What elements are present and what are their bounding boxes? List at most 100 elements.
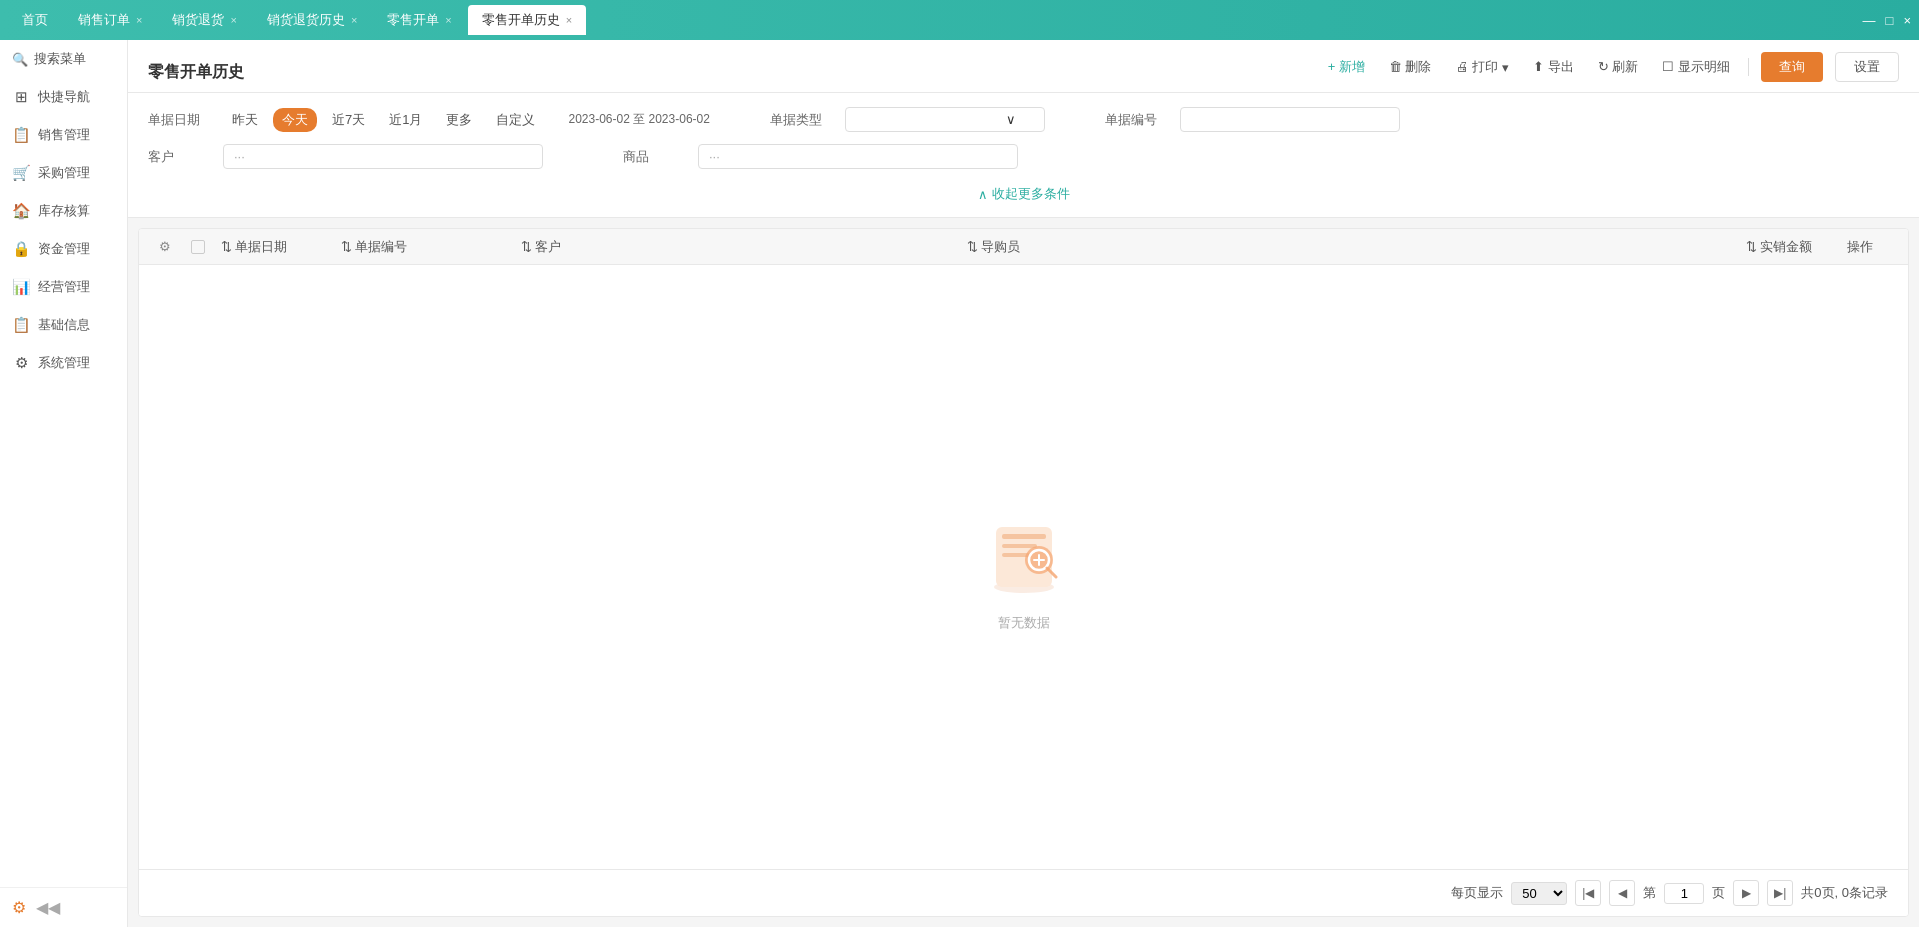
window-controls: — □ × [1863, 13, 1911, 28]
collapse-button[interactable]: ∧ 收起更多条件 [148, 181, 1899, 203]
goods-input[interactable]: ··· [698, 144, 1018, 169]
query-button[interactable]: 查询 [1761, 52, 1823, 82]
select-all-checkbox[interactable] [191, 240, 205, 254]
collapse-arrow-icon: ∧ [978, 187, 988, 202]
next-page-btn[interactable]: ▶ [1733, 880, 1759, 906]
print-label: 🖨 打印 [1456, 58, 1499, 76]
close-btn-window[interactable]: × [1903, 13, 1911, 28]
close-retail-open-tab[interactable]: × [445, 14, 451, 26]
sort-num-icon[interactable]: ⇅ [341, 239, 352, 254]
sidebar-item-system-label: 系统管理 [38, 354, 90, 372]
sort-guide-icon[interactable]: ⇅ [967, 239, 978, 254]
maximize-btn[interactable]: □ [1886, 13, 1894, 28]
filter-row-2: 客户 ··· 商品 ··· [148, 144, 1899, 169]
table-header: ⚙ ⇅ 单据日期 ⇅ 单据编号 ⇅ 客户 ⇅ 导购员 [139, 229, 1908, 265]
th-customer-label: 客户 [535, 238, 561, 256]
tab-sales-return-history[interactable]: 销货退货历史 × [253, 5, 371, 35]
close-retail-history-tab[interactable]: × [566, 14, 572, 26]
column-settings-icon[interactable]: ⚙ [147, 239, 183, 254]
prev-page-btn[interactable]: ◀ [1609, 880, 1635, 906]
sort-amount-icon[interactable]: ⇅ [1746, 239, 1757, 254]
display-detail-button[interactable]: ☐ 显示明细 [1656, 54, 1736, 80]
content-area: 零售开单历史 + 新增 🗑 删除 🖨 打印 ▾ ⬆ 导出 ↻ 刷新 ☐ 显示明细… [128, 40, 1919, 927]
date-btn-7days[interactable]: 近7天 [323, 108, 374, 132]
date-range-display: 2023-06-02 至 2023-06-02 [568, 111, 709, 128]
sidebar-item-system[interactable]: ⚙ 系统管理 [0, 344, 127, 382]
type-select[interactable]: ∨ [845, 107, 1045, 132]
th-num-label: 单据编号 [355, 238, 407, 256]
filter-row-1: 单据日期 昨天 今天 近7天 近1月 更多 自定义 2023-06-02 至 2… [148, 107, 1899, 132]
tab-sales-order[interactable]: 销售订单 × [64, 5, 156, 35]
th-amount: ⇅ 实销金额 [1720, 238, 1820, 256]
sidebar: 🔍 搜索菜单 ⊞ 快捷导航 📋 销售管理 🛒 采购管理 🏠 库存核算 🔒 资金管… [0, 40, 128, 927]
customer-label: 客户 [148, 148, 203, 166]
per-page-select[interactable]: 50 100 200 [1511, 882, 1567, 905]
customer-input[interactable]: ··· [223, 144, 543, 169]
date-btn-more[interactable]: 更多 [437, 108, 481, 132]
page-suffix: 页 [1712, 884, 1725, 902]
print-button[interactable]: 🖨 打印 ▾ [1450, 54, 1516, 80]
date-btn-custom[interactable]: 自定义 [487, 108, 544, 132]
type-select-arrow: ∨ [1006, 112, 1016, 127]
close-sales-order-tab[interactable]: × [136, 14, 142, 26]
sidebar-item-quick-nav-label: 快捷导航 [38, 88, 90, 106]
first-page-btn[interactable]: |◀ [1575, 880, 1601, 906]
delete-button[interactable]: 🗑 删除 [1383, 54, 1438, 80]
tab-sales-return-history-label: 销货退货历史 [267, 11, 345, 29]
sort-customer-icon[interactable]: ⇅ [521, 239, 532, 254]
inventory-icon: 🏠 [12, 202, 30, 220]
goods-dots: ··· [709, 149, 720, 164]
setting-button[interactable]: 设置 [1835, 52, 1899, 82]
header-checkbox[interactable] [183, 240, 213, 254]
last-page-btn[interactable]: ▶| [1767, 880, 1793, 906]
date-btn-yesterday[interactable]: 昨天 [223, 108, 267, 132]
refresh-button[interactable]: ↻ 刷新 [1592, 54, 1645, 80]
customer-dots: ··· [234, 149, 245, 164]
tab-retail-history[interactable]: 零售开单历史 × [468, 5, 586, 35]
settings-gear-icon[interactable]: ⚙ [12, 898, 26, 917]
operations-icon: 📊 [12, 278, 30, 296]
close-sales-return-history-tab[interactable]: × [351, 14, 357, 26]
svg-rect-3 [1002, 544, 1037, 548]
finance-icon: 🔒 [12, 240, 30, 258]
sidebar-item-operations[interactable]: 📊 经营管理 [0, 268, 127, 306]
sidebar-item-sales[interactable]: 📋 销售管理 [0, 116, 127, 154]
minimize-btn[interactable]: — [1863, 13, 1876, 28]
tab-home[interactable]: 首页 [8, 5, 62, 35]
sidebar-item-quick-nav[interactable]: ⊞ 快捷导航 [0, 78, 127, 116]
num-input[interactable] [1180, 107, 1400, 132]
sidebar-item-basic[interactable]: 📋 基础信息 [0, 306, 127, 344]
tab-retail-open[interactable]: 零售开单 × [373, 5, 465, 35]
type-label: 单据类型 [770, 111, 825, 129]
sidebar-item-finance[interactable]: 🔒 资金管理 [0, 230, 127, 268]
sidebar-item-purchase[interactable]: 🛒 采购管理 [0, 154, 127, 192]
basic-icon: 📋 [12, 316, 30, 334]
add-button[interactable]: + 新增 [1322, 54, 1371, 80]
top-bar: 首页 销售订单 × 销货退货 × 销货退货历史 × 零售开单 × 零售开单历史 … [0, 0, 1919, 40]
date-btn-1month[interactable]: 近1月 [380, 108, 431, 132]
sidebar-collapse-icon[interactable]: ◀◀ [36, 898, 60, 917]
tab-retail-open-label: 零售开单 [387, 11, 439, 29]
th-date-label: 单据日期 [235, 238, 287, 256]
th-action-label: 操作 [1847, 238, 1873, 256]
page-number-input[interactable] [1664, 883, 1704, 904]
total-count: 共0页, 0条记录 [1801, 884, 1888, 902]
sidebar-item-operations-label: 经营管理 [38, 278, 90, 296]
tab-sales-order-label: 销售订单 [78, 11, 130, 29]
tab-home-label: 首页 [22, 11, 48, 29]
empty-state: 暂无数据 [139, 265, 1908, 869]
pagination: 每页显示 50 100 200 |◀ ◀ 第 页 ▶ ▶| 共0页, 0条记录 [139, 869, 1908, 916]
date-btn-today[interactable]: 今天 [273, 108, 317, 132]
tab-sales-return[interactable]: 销货退货 × [158, 5, 250, 35]
sidebar-item-sales-label: 销售管理 [38, 126, 90, 144]
th-guide-label: 导购员 [981, 238, 1020, 256]
export-button[interactable]: ⬆ 导出 [1527, 54, 1580, 80]
print-arrow-icon: ▾ [1502, 60, 1509, 75]
sidebar-search[interactable]: 🔍 搜索菜单 [0, 40, 127, 78]
sort-date-icon[interactable]: ⇅ [221, 239, 232, 254]
close-sales-return-tab[interactable]: × [230, 14, 236, 26]
sidebar-item-inventory[interactable]: 🏠 库存核算 [0, 192, 127, 230]
sidebar-item-finance-label: 资金管理 [38, 240, 90, 258]
goods-label: 商品 [623, 148, 678, 166]
tab-retail-history-label: 零售开单历史 [482, 11, 560, 29]
